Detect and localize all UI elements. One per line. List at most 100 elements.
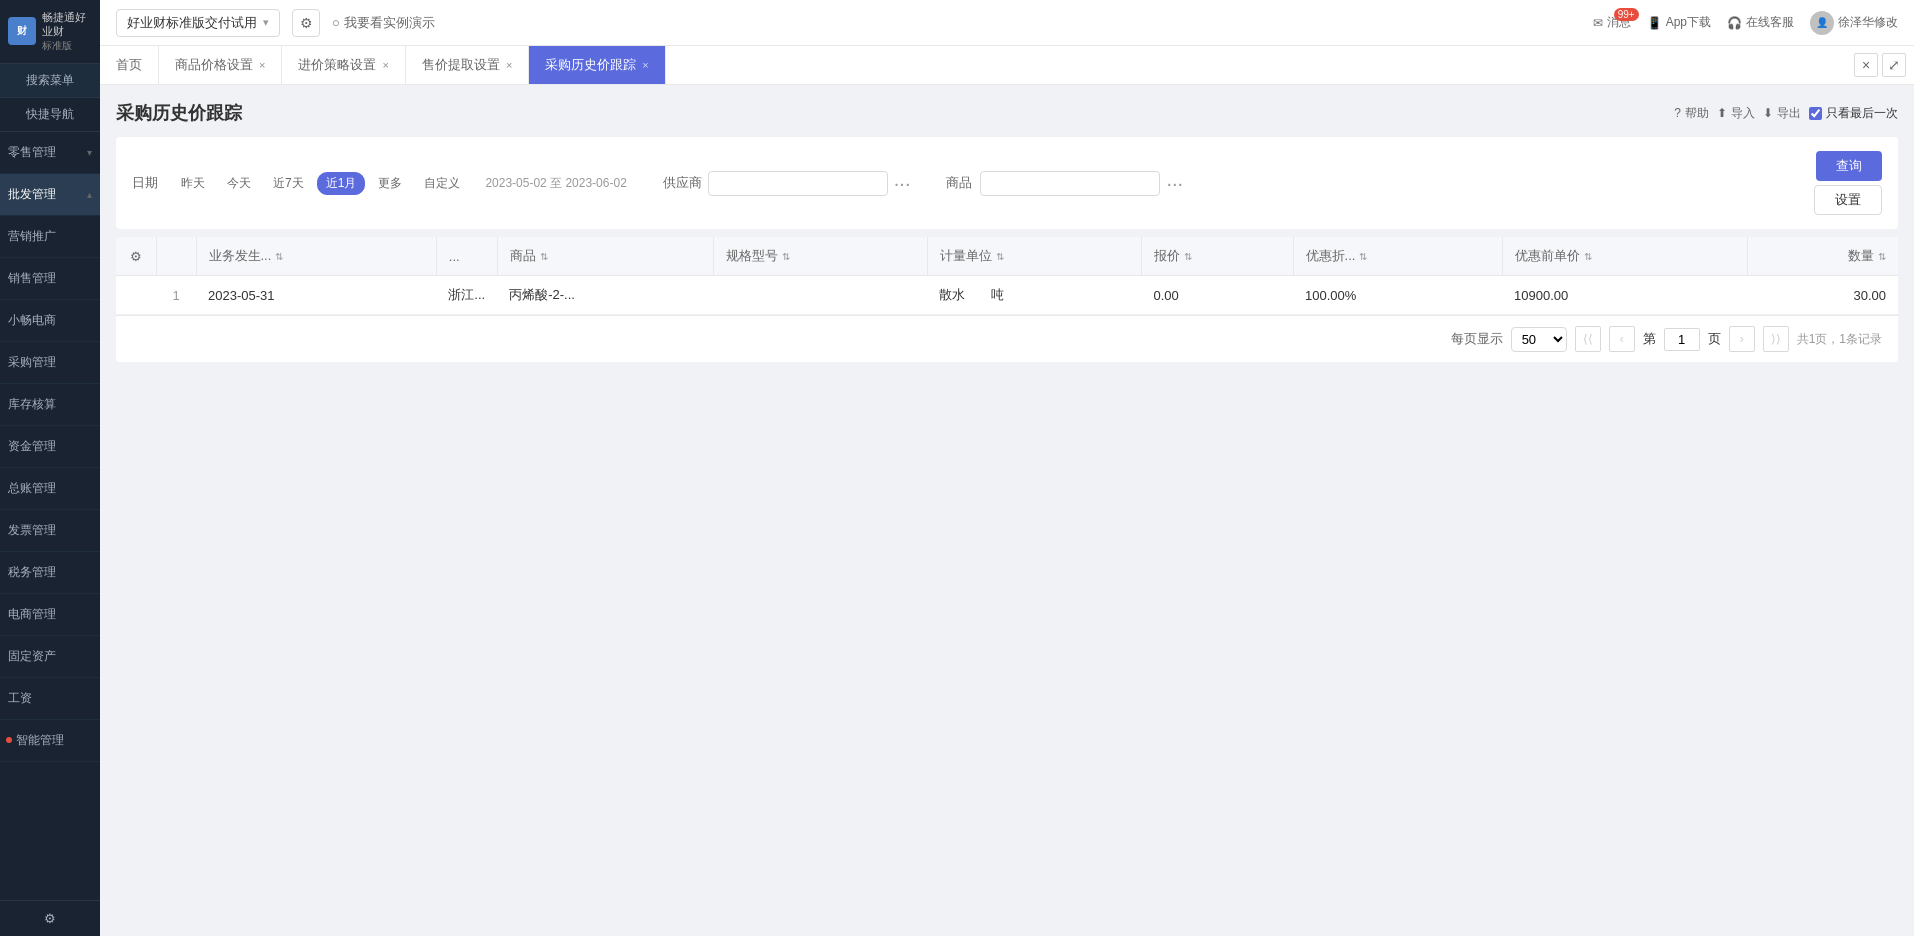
tab-close-button[interactable]: × [1854, 53, 1878, 77]
per-page-select[interactable]: 50 20 100 200 [1511, 327, 1567, 352]
th-discount[interactable]: 优惠折... ⇅ [1293, 237, 1502, 276]
product-input[interactable] [980, 171, 1160, 196]
query-button[interactable]: 查询 [1816, 151, 1882, 181]
page-input[interactable] [1664, 328, 1700, 351]
page-last-button[interactable]: ⟩⟩ [1763, 326, 1789, 352]
chevron-down-icon: ▾ [263, 16, 269, 29]
tab-close-icon[interactable]: × [259, 59, 265, 71]
date-btn-yesterday[interactable]: 昨天 [172, 172, 214, 195]
sidebar-item-label: 电商管理 [8, 606, 56, 623]
sidebar-item-salary[interactable]: 工资 [0, 678, 100, 720]
app-logo-icon: 财 [8, 17, 36, 45]
sidebar-item-retail[interactable]: 零售管理 ▾ [0, 132, 100, 174]
message-button[interactable]: ✉ 消息 99+ [1593, 14, 1631, 31]
sort-icon: ⇅ [540, 251, 548, 262]
online-service-button[interactable]: 🎧 在线客服 [1727, 14, 1794, 31]
page-next-button[interactable]: › [1729, 326, 1755, 352]
sidebar-quicknav[interactable]: 快捷导航 [0, 98, 100, 132]
sidebar-item-purchase[interactable]: 采购管理 [0, 342, 100, 384]
user-menu-button[interactable]: 👤 徐泽华修改 [1810, 11, 1898, 35]
demo-button[interactable]: ○ 我要看实例演示 [332, 14, 435, 32]
tab-close-icon[interactable]: × [642, 59, 648, 71]
settings-button[interactable]: ⚙ [292, 9, 320, 37]
th-biz-date[interactable]: 业务发生... ⇅ [196, 237, 436, 276]
sidebar-search[interactable]: 搜索菜单 [0, 64, 100, 98]
date-btn-today[interactable]: 今天 [218, 172, 260, 195]
sidebar-item-label: 库存核算 [8, 396, 56, 413]
product-more-icon[interactable]: ··· [1166, 173, 1183, 193]
only-last-checkbox[interactable] [1809, 107, 1822, 120]
tab-sale-extract[interactable]: 售价提取设置 × [406, 46, 529, 84]
sidebar-item-ai[interactable]: 智能管理 [0, 720, 100, 762]
supplier-more-icon[interactable]: ··· [894, 173, 911, 193]
sidebar: 财 畅捷通好业财 标准版 搜索菜单 快捷导航 零售管理 ▾ 批发管理 ▴ 营销推… [0, 0, 100, 936]
filter-area: 日期 昨天 今天 近7天 近1月 更多 自定义 2023-05-02 至 202… [116, 137, 1898, 229]
sidebar-item-marketing[interactable]: 营销推广 [0, 216, 100, 258]
edition-label: 好业财标准版交付试用 [127, 14, 257, 32]
sidebar-item-inventory[interactable]: 库存核算 [0, 384, 100, 426]
page-first-button[interactable]: ⟨⟨ [1575, 326, 1601, 352]
sidebar-item-invoice[interactable]: 发票管理 [0, 510, 100, 552]
sidebar-item-label: 资金管理 [8, 438, 56, 455]
tab-purchase-history[interactable]: 采购历史价跟踪 × [529, 46, 665, 84]
date-btn-1month[interactable]: 近1月 [317, 172, 366, 195]
sidebar-settings[interactable]: ⚙ [0, 900, 100, 936]
import-button[interactable]: ⬆ 导入 [1717, 105, 1755, 122]
page-content: 采购历史价跟踪 ? 帮助 ⬆ 导入 ⬇ 导出 只看最后一次 [100, 85, 1914, 936]
th-quote[interactable]: 报价 ⇅ [1141, 237, 1293, 276]
tab-label: 采购历史价跟踪 [545, 56, 636, 74]
demo-icon: ○ [332, 15, 340, 30]
tab-purchase-strategy[interactable]: 进价策略设置 × [282, 46, 405, 84]
sidebar-item-tax[interactable]: 税务管理 [0, 552, 100, 594]
tab-label: 进价策略设置 [298, 56, 376, 74]
help-button[interactable]: ? 帮助 [1674, 105, 1709, 122]
sidebar-item-fixed-assets[interactable]: 固定资产 [0, 636, 100, 678]
settings-icon: ⚙ [44, 911, 56, 926]
date-btn-more[interactable]: 更多 [369, 172, 411, 195]
sidebar-item-finance[interactable]: 资金管理 [0, 426, 100, 468]
headset-icon: 🎧 [1727, 16, 1742, 30]
td-num: 1 [156, 276, 196, 315]
gear-icon[interactable]: ⚙ [130, 249, 142, 264]
sidebar-item-wholesale[interactable]: 批发管理 ▴ [0, 174, 100, 216]
th-qty[interactable]: 数量 ⇅ [1748, 237, 1898, 276]
tab-close-icon[interactable]: × [506, 59, 512, 71]
sidebar-item-label: 工资 [8, 690, 32, 707]
sidebar-item-ecommerce-small[interactable]: 小畅电商 [0, 300, 100, 342]
product-edition-selector[interactable]: 好业财标准版交付试用 ▾ [116, 9, 280, 37]
supplier-input[interactable] [708, 171, 888, 196]
supplier-label: 供应商 [663, 174, 702, 192]
sidebar-item-ecommerce[interactable]: 电商管理 [0, 594, 100, 636]
app-download-button[interactable]: 📱 App下载 [1647, 14, 1711, 31]
data-table-container: ⚙ 业务发生... ⇅ ... [116, 237, 1898, 362]
td-quote: 0.00 [1141, 276, 1293, 315]
filter-setting-button[interactable]: 设置 [1814, 185, 1882, 215]
page-prev-button[interactable]: ‹ [1609, 326, 1635, 352]
tab-home[interactable]: 首页 [100, 46, 159, 84]
th-product[interactable]: 商品 ⇅ [497, 237, 713, 276]
th-spec[interactable]: 规格型号 ⇅ [713, 237, 927, 276]
chevron-up-icon: ▴ [87, 189, 92, 200]
th-pre-discount-price[interactable]: 优惠前单价 ⇅ [1502, 237, 1747, 276]
product-label: 商品 [946, 174, 974, 192]
app-name: 畅捷通好业财 标准版 [42, 10, 92, 53]
tab-label: 商品价格设置 [175, 56, 253, 74]
th-unit[interactable]: 计量单位 ⇅ [927, 237, 1141, 276]
sidebar-item-label: 营销推广 [8, 228, 56, 245]
tab-expand-button[interactable]: ⤢ [1882, 53, 1906, 77]
sidebar-item-ledger[interactable]: 总账管理 [0, 468, 100, 510]
date-btn-custom[interactable]: 自定义 [415, 172, 469, 195]
date-btn-7days[interactable]: 近7天 [264, 172, 313, 195]
tab-label: 首页 [116, 56, 142, 74]
sidebar-item-sales[interactable]: 销售管理 [0, 258, 100, 300]
phone-icon: 📱 [1647, 16, 1662, 30]
th-more[interactable]: ... [436, 237, 497, 276]
td-product: 丙烯酸-2-... [497, 276, 713, 315]
export-button[interactable]: ⬇ 导出 [1763, 105, 1801, 122]
supplier-filter-group: 供应商 ··· [663, 171, 911, 196]
tab-product-price[interactable]: 商品价格设置 × [159, 46, 282, 84]
avatar: 👤 [1810, 11, 1834, 35]
table-row: 1 2023-05-31 浙江... 丙烯酸-2-... 散水 吨 0.00 1… [116, 276, 1898, 315]
sort-icon: ⇅ [275, 251, 283, 262]
tab-close-icon[interactable]: × [382, 59, 388, 71]
